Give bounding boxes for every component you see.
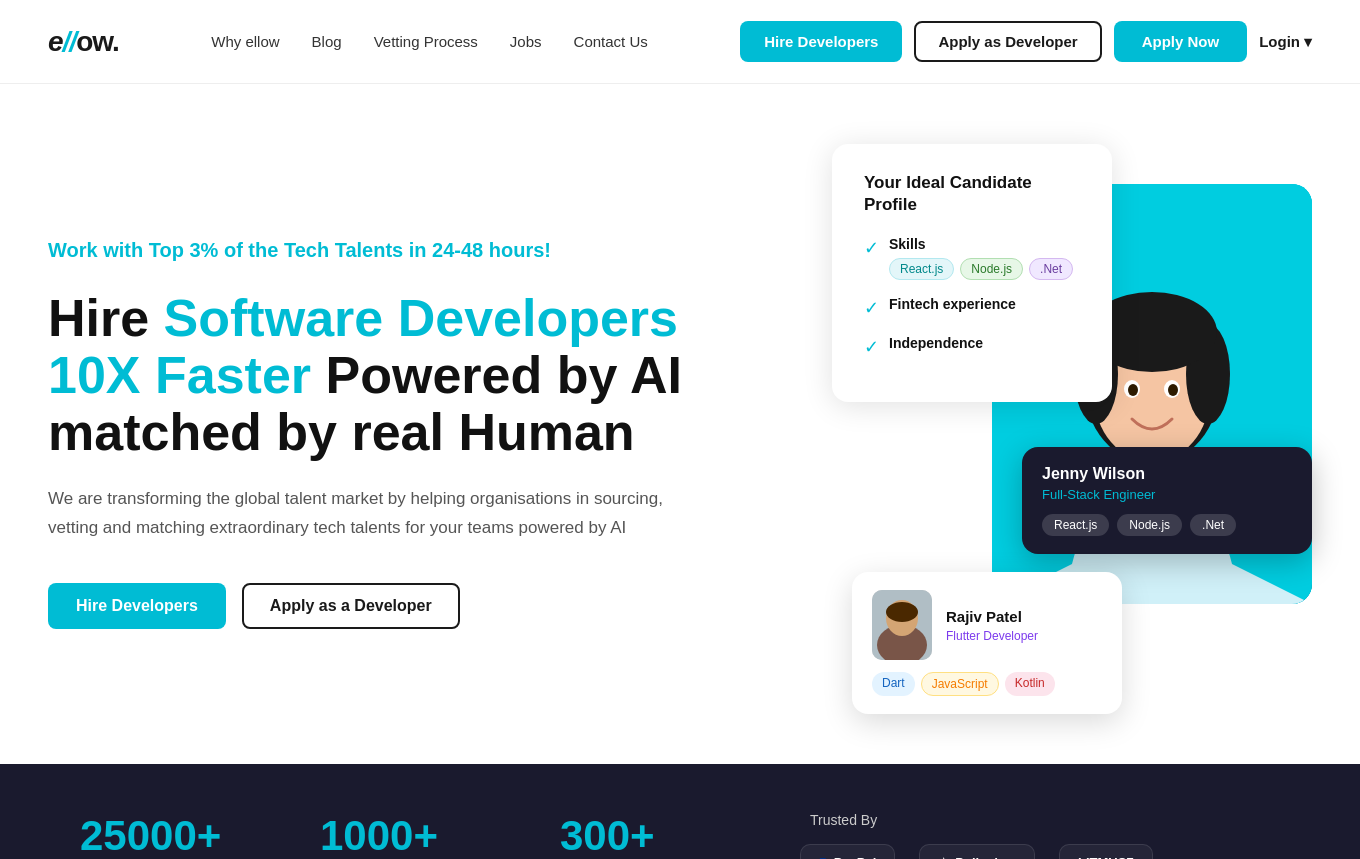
ideal-fintech-item: ✓ Fintech experience [864,296,1080,319]
stat-contracts: 1000+ Contracts [320,812,560,859]
nav-links: Why ellow Blog Vetting Process Jobs Cont… [211,33,648,50]
ideal-independence-item: ✓ Independence [864,335,1080,358]
polkadex-icon: ✦ [938,855,949,859]
nav-why-ellow[interactable]: Why ellow [211,33,279,50]
stat-candidates-number: 25000+ [80,812,320,859]
jenny-wilson-card: Jenny Wilson Full-Stack Engineer React.j… [1022,447,1312,554]
nav-contact[interactable]: Contact Us [574,33,648,50]
apply-as-developer-nav-button[interactable]: Apply as Developer [914,21,1101,62]
tag-react: React.js [889,258,954,280]
skills-label: Skills [889,236,1073,252]
stat-contracts-number: 1000+ [320,812,560,859]
apply-developer-hero-button[interactable]: Apply as a Developer [242,583,460,629]
stat-candidates: 25000+ ellow certified candidates [80,812,320,859]
headline-hire: Hire [48,289,164,347]
headline-powered: Powered by AI [311,346,682,404]
chevron-down-icon: ▾ [1304,33,1312,51]
svg-point-10 [1128,384,1138,396]
rajiv-patel-card: Rajiv Patel Flutter Developer Dart JavaS… [852,572,1122,714]
check-icon-independence: ✓ [864,336,879,358]
stats-section: 25000+ ellow certified candidates 1000+ … [0,764,1360,859]
ideal-card-title: Your Ideal Candidate Profile [864,172,1080,216]
check-icon-skills: ✓ [864,237,879,259]
nav-actions: Hire Developers Apply as Developer Apply… [740,21,1312,62]
logo[interactable]: e//ow. [48,26,119,58]
rajiv-tag-dart: Dart [872,672,915,696]
jenny-tag-dotnet: .Net [1190,514,1236,536]
jenny-tag-nodejs: Node.js [1117,514,1182,536]
independence-label: Independence [889,335,983,351]
stat-customers: 300+ Happy customers [560,812,800,859]
jenny-role: Full-Stack Engineer [1042,487,1292,502]
tag-dotnet: .Net [1029,258,1073,280]
hero-buttons: Hire Developers Apply as a Developer [48,583,682,629]
nav-blog[interactable]: Blog [312,33,342,50]
jenny-tag-react: React.js [1042,514,1109,536]
headline-10x: 10X Faster [48,346,311,404]
svg-point-11 [1168,384,1178,396]
navigation: e//ow. Why ellow Blog Vetting Process Jo… [0,0,1360,84]
rajiv-tags: Dart JavaScript Kotlin [872,672,1102,696]
stat-customers-number: 300+ [560,812,800,859]
hire-developers-nav-button[interactable]: Hire Developers [740,21,902,62]
logo-litmus7: LITMUS7 [1059,844,1153,859]
fintech-label: Fintech experience [889,296,1016,312]
ideal-skills-item: ✓ Skills React.js Node.js .Net [864,236,1080,280]
hero-content: Work with Top 3% of the Tech Talents in … [48,239,682,629]
trusted-block: Trusted By P PayPal ✦ Polkadex. LITMUS7 … [800,812,1280,859]
skill-tags: React.js Node.js .Net [889,258,1073,280]
paypal-icon: P [819,855,828,859]
nav-jobs[interactable]: Jobs [510,33,542,50]
svg-point-15 [886,602,918,622]
rajiv-info: Rajiv Patel Flutter Developer [946,608,1038,643]
rajiv-tag-kotlin: Kotlin [1005,672,1055,696]
rajiv-name: Rajiv Patel [946,608,1038,625]
hero-headline: Hire Software Developers 10X Faster Powe… [48,290,682,462]
jenny-tags: React.js Node.js .Net [1042,514,1292,536]
rajiv-tag-javascript: JavaScript [921,672,999,696]
trusted-logos: P PayPal ✦ Polkadex. LITMUS7 aspire SYST… [800,844,1280,859]
hero-tagline: Work with Top 3% of the Tech Talents in … [48,239,682,262]
hero-visual: Your Ideal Candidate Profile ✓ Skills Re… [812,144,1312,724]
logo-paypal: P PayPal [800,844,895,859]
tag-nodejs: Node.js [960,258,1023,280]
rajiv-header: Rajiv Patel Flutter Developer [872,590,1102,660]
nav-vetting[interactable]: Vetting Process [374,33,478,50]
headline-software-devs: Software Developers [164,289,678,347]
logo-polkadex: ✦ Polkadex. [919,844,1035,859]
rajiv-photo [872,590,932,660]
rajiv-role: Flutter Developer [946,629,1038,643]
login-label: Login [1259,33,1300,50]
ideal-candidate-card: Your Ideal Candidate Profile ✓ Skills Re… [832,144,1112,402]
hire-developers-hero-button[interactable]: Hire Developers [48,583,226,629]
apply-now-nav-button[interactable]: Apply Now [1114,21,1248,62]
hero-section: Work with Top 3% of the Tech Talents in … [0,84,1360,764]
jenny-name: Jenny Wilson [1042,465,1292,483]
trusted-by-label: Trusted By [810,812,877,828]
check-icon-fintech: ✓ [864,297,879,319]
headline-human: matched by real Human [48,403,635,461]
hero-description: We are transforming the global talent ma… [48,485,668,543]
login-button[interactable]: Login ▾ [1259,33,1312,51]
